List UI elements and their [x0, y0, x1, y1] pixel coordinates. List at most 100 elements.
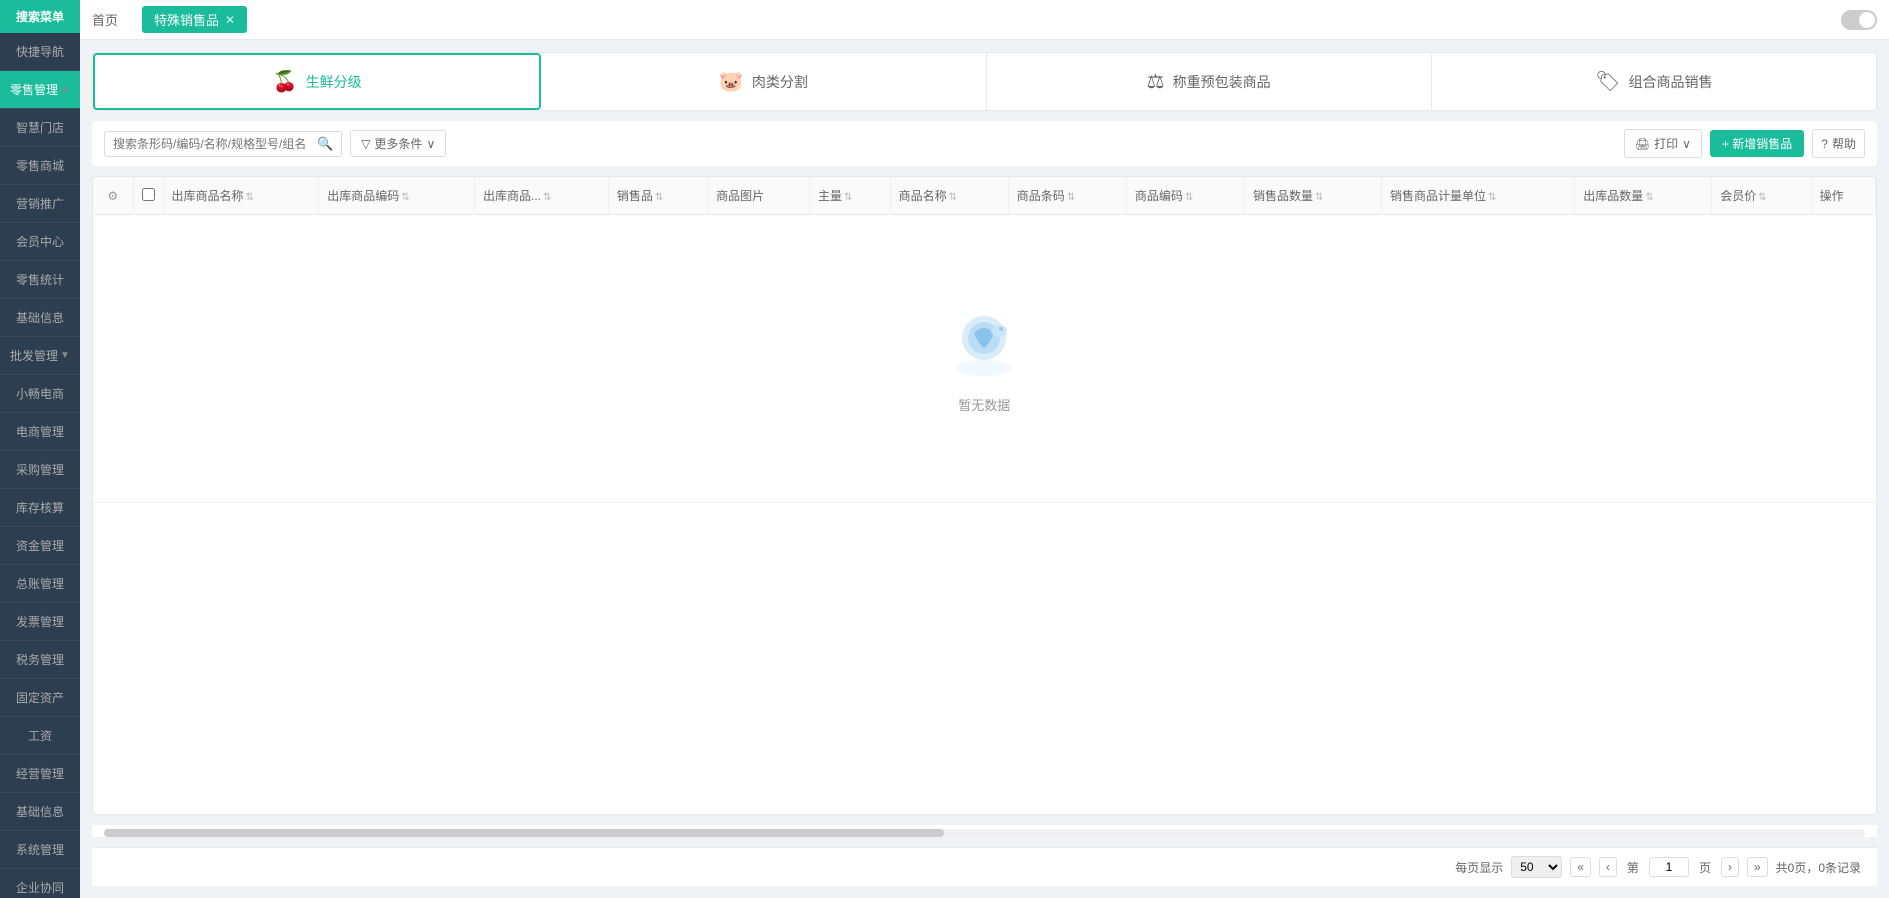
combo-sales-icon: 🏷: [1595, 69, 1620, 94]
last-page-button[interactable]: »: [1747, 857, 1768, 877]
sidebar-item-smart-store[interactable]: 智慧门店: [0, 109, 80, 147]
breadcrumb-home[interactable]: 首页: [92, 10, 118, 29]
new-sale-button[interactable]: + 新增销售品: [1710, 130, 1804, 157]
sidebar-item-fixed-assets[interactable]: 固定资产: [0, 679, 80, 717]
sidebar-item-basic-info2[interactable]: 基础信息: [0, 793, 80, 831]
per-page-label: 每页显示: [1455, 859, 1503, 876]
sidebar-item-enterprise[interactable]: 企业协同: [0, 869, 80, 898]
sort-icon: ⇅: [655, 192, 663, 203]
empty-icon: [944, 303, 1024, 383]
prev-page-button[interactable]: ‹: [1599, 857, 1617, 877]
tab-meat-cut[interactable]: 🐷 肉类分割: [541, 53, 986, 110]
col-out-name[interactable]: 出库商品名称⇅: [163, 177, 319, 215]
fresh-grade-icon: 🍒: [273, 69, 298, 94]
sort-icon: ⇅: [844, 192, 852, 203]
toggle-switch[interactable]: [1841, 10, 1877, 30]
sidebar-item-quick-nav[interactable]: 快捷导航: [0, 33, 80, 71]
print-icon: 🖨: [1635, 137, 1650, 151]
col-sale-item[interactable]: 销售品⇅: [608, 177, 707, 215]
per-page-select[interactable]: 20 50 100: [1511, 856, 1562, 878]
sidebar-item-capital-mgmt[interactable]: 资金管理: [0, 527, 80, 565]
col-sale-qty[interactable]: 销售品数量⇅: [1244, 177, 1381, 215]
active-tab-tag[interactable]: 特殊销售品 ✕: [142, 6, 247, 33]
sidebar-item-basic-info[interactable]: 基础信息: [0, 299, 80, 337]
search-box[interactable]: 🔍: [104, 131, 342, 157]
col-op: 操作: [1811, 177, 1875, 215]
sidebar-item-retail-mall[interactable]: 零售商城: [0, 147, 80, 185]
sidebar-item-wholesale-mgmt[interactable]: 批发管理 ▼: [0, 337, 80, 375]
content-area: 🍒 生鲜分级 🐷 肉类分割 ⚖ 称重预包装商品 🏷 组合商品销售 🔍: [80, 40, 1889, 898]
sort-icon: ⇅: [543, 192, 551, 203]
search-input[interactable]: [113, 137, 313, 151]
sidebar-item-salary[interactable]: 工资: [0, 717, 80, 755]
empty-text: 暂无数据: [958, 395, 1010, 414]
pagination-bar: 每页显示 20 50 100 « ‹ 第 页 › » 共0页，0条记录: [92, 847, 1877, 886]
tab-weigh-pack[interactable]: ⚖ 称重预包装商品: [987, 53, 1432, 110]
sort-icon: ⇅: [1758, 192, 1766, 203]
main-content: 首页 特殊销售品 ✕ 🍒 生鲜分级 🐷 肉类分割 ⚖ 称重预包装商品: [80, 0, 1889, 898]
total-label: 共0页，0条记录: [1776, 859, 1861, 876]
col-item-image[interactable]: 商品图片: [708, 177, 810, 215]
sidebar-logo[interactable]: 搜索菜单: [0, 0, 80, 33]
sidebar-item-retail-mgmt[interactable]: 零售管理 ▲: [0, 71, 80, 109]
col-weight[interactable]: 主量⇅: [810, 177, 891, 215]
tab-weigh-pack-label: 称重预包装商品: [1173, 72, 1271, 92]
sidebar-item-ops-mgmt[interactable]: 经营管理: [0, 755, 80, 793]
weigh-pack-icon: ⚖: [1147, 69, 1165, 94]
active-tab-label: 特殊销售品: [154, 10, 219, 29]
sidebar-item-purchase-mgmt[interactable]: 采购管理: [0, 451, 80, 489]
top-bar: 首页 特殊销售品 ✕: [80, 0, 1889, 40]
col-checkbox[interactable]: [133, 177, 163, 215]
tab-fresh-grade-label: 生鲜分级: [306, 72, 362, 92]
col-settings[interactable]: ⚙: [93, 177, 133, 215]
filter-label: 更多条件: [374, 135, 422, 152]
help-icon: ?: [1821, 137, 1828, 151]
col-member-price[interactable]: 会员价⇅: [1712, 177, 1811, 215]
select-all-checkbox[interactable]: [142, 188, 155, 201]
sort-icon: ⇅: [1185, 192, 1193, 203]
data-table: ⚙ 出库商品名称⇅ 出库商品编码⇅ 出库商品...⇅ 销售品⇅ 商品图片 主量⇅…: [93, 177, 1876, 503]
sidebar-item-sales-promo[interactable]: 营销推广: [0, 185, 80, 223]
next-page-button[interactable]: ›: [1721, 857, 1739, 877]
toolbar: 🔍 ▽ 更多条件 ∨ 🖨 打印 ∨ + 新增销售品 ? 帮助: [92, 121, 1877, 166]
horizontal-scroll-container[interactable]: [92, 825, 1877, 837]
sidebar-item-retail-stats[interactable]: 零售统计: [0, 261, 80, 299]
search-icon[interactable]: 🔍: [317, 136, 333, 152]
sidebar-item-member-center[interactable]: 会员中心: [0, 223, 80, 261]
sort-icon: ⇅: [1067, 192, 1075, 203]
close-icon[interactable]: ✕: [225, 13, 235, 27]
sort-icon: ⇅: [949, 192, 957, 203]
help-button[interactable]: ? 帮助: [1812, 129, 1865, 158]
sidebar-item-tax-mgmt[interactable]: 税务管理: [0, 641, 80, 679]
tab-fresh-grade[interactable]: 🍒 生鲜分级: [93, 53, 541, 110]
sidebar-item-inventory[interactable]: 库存核算: [0, 489, 80, 527]
tab-meat-cut-label: 肉类分割: [752, 72, 808, 92]
chevron-down-icon: ∨: [426, 137, 435, 151]
print-button[interactable]: 🖨 打印 ∨: [1624, 129, 1702, 158]
col-out-code[interactable]: 出库商品编码⇅: [319, 177, 475, 215]
filter-button[interactable]: ▽ 更多条件 ∨: [350, 130, 446, 157]
sidebar-item-general-ledger[interactable]: 总账管理: [0, 565, 80, 603]
tab-combo-sales-label: 组合商品销售: [1629, 72, 1713, 92]
col-item-code[interactable]: 商品编码⇅: [1126, 177, 1244, 215]
sort-icon: ⇅: [1488, 192, 1496, 203]
first-page-button[interactable]: «: [1570, 857, 1591, 877]
col-item-name[interactable]: 商品名称⇅: [890, 177, 1008, 215]
col-out-qty[interactable]: 出库品数量⇅: [1575, 177, 1712, 215]
col-sale-unit[interactable]: 销售商品计量单位⇅: [1381, 177, 1574, 215]
sidebar-item-ecom-mgmt[interactable]: 电商管理: [0, 413, 80, 451]
table-wrapper: ⚙ 出库商品名称⇅ 出库商品编码⇅ 出库商品...⇅ 销售品⇅ 商品图片 主量⇅…: [92, 176, 1877, 815]
sidebar-item-mini-ecom[interactable]: 小畅电商: [0, 375, 80, 413]
page-number-input[interactable]: [1649, 857, 1689, 877]
scrollbar-thumb[interactable]: [104, 829, 944, 837]
sidebar-item-invoice-mgmt[interactable]: 发票管理: [0, 603, 80, 641]
tab-combo-sales[interactable]: 🏷 组合商品销售: [1432, 53, 1876, 110]
sort-icon: ⇅: [1315, 192, 1323, 203]
sort-icon: ⇅: [1645, 192, 1653, 203]
sidebar-item-sys-mgmt[interactable]: 系统管理: [0, 831, 80, 869]
sort-icon: ⇅: [401, 192, 409, 203]
col-out-spec[interactable]: 出库商品...⇅: [475, 177, 609, 215]
chevron-icon: ▲: [60, 84, 70, 95]
horizontal-scrollbar[interactable]: [104, 829, 1865, 837]
col-barcode[interactable]: 商品条码⇅: [1008, 177, 1126, 215]
